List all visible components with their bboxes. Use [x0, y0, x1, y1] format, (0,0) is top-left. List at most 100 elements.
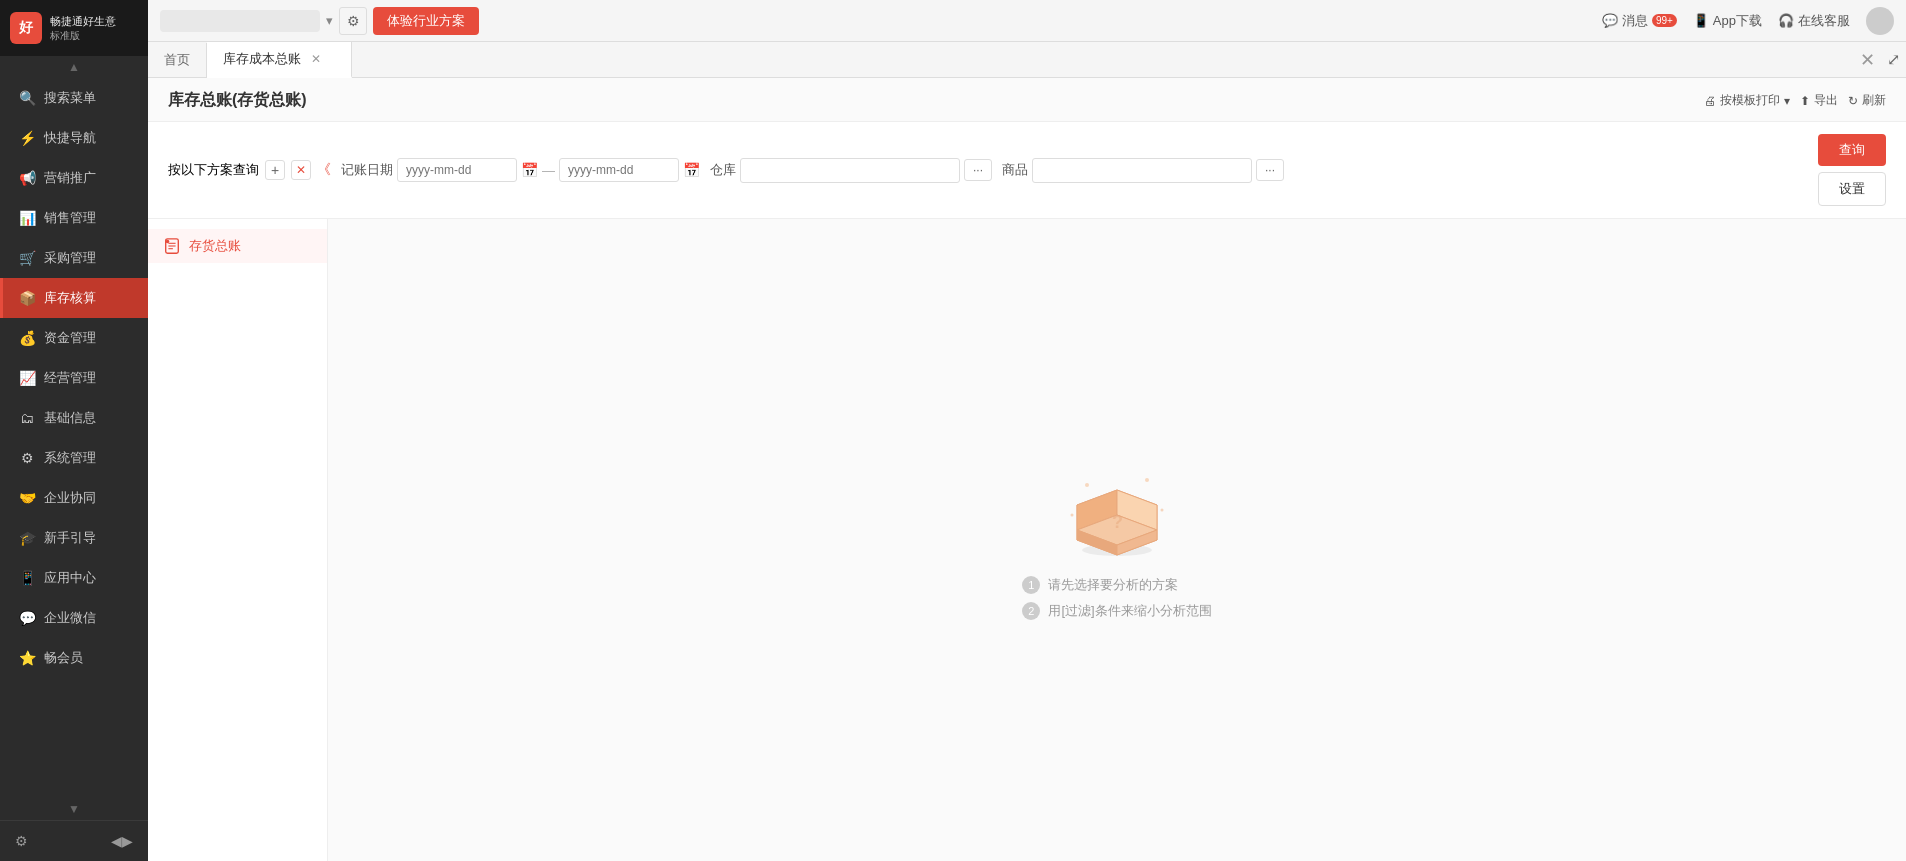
hint-item-1: 1 请先选择要分析的方案 — [1022, 576, 1211, 594]
user-avatar[interactable] — [1866, 7, 1894, 35]
topbar-left: ▾ ⚙ 体验行业方案 — [160, 7, 1594, 35]
collapse-footer-btn[interactable]: ◀▶ — [111, 833, 133, 849]
logo-icon: 好 — [10, 12, 42, 44]
filter-label: 按以下方案查询 — [168, 161, 259, 179]
settings-btn[interactable]: 设置 — [1818, 172, 1886, 206]
hint-num-1: 1 — [1022, 576, 1040, 594]
filter-warehouse-input[interactable] — [740, 158, 960, 183]
wechat-icon: 💬 — [18, 610, 36, 626]
filter-row-top: 按以下方案查询 + ✕ 《 记账日期 📅 — 📅 仓库 — [168, 134, 1886, 206]
export-icon: ⬆ — [1800, 94, 1810, 108]
topbar-right: 💬 消息 99+ 📱 App下载 🎧 在线客服 — [1602, 7, 1894, 35]
query-btn[interactable]: 查询 — [1818, 134, 1886, 166]
purchase-icon: 🛒 — [18, 250, 36, 266]
main-table-area: ? 1 请先选择要分析的方案 2 — [328, 219, 1906, 861]
sidebar-scroll-down[interactable]: ▼ — [0, 798, 148, 820]
filter-product-input[interactable] — [1032, 158, 1252, 183]
hint-num-2: 2 — [1022, 602, 1040, 620]
tab-expand-btn[interactable]: ⤢ — [1881, 50, 1906, 69]
tab-close-btn[interactable]: ✕ — [311, 52, 321, 66]
app-logo: 好 畅捷通好生意 标准版 — [0, 0, 148, 56]
sidebar-item-inventory[interactable]: 📦 库存核算 — [0, 278, 148, 318]
svg-point-13 — [1085, 483, 1089, 487]
headset-icon: 🎧 — [1778, 13, 1794, 28]
svg-point-4 — [166, 240, 170, 244]
industry-solution-btn[interactable]: 体验行业方案 — [373, 7, 479, 35]
filter-date-field: 记账日期 📅 — 📅 — [341, 158, 700, 182]
sidebar-item-basic-info[interactable]: 🗂 基础信息 — [0, 398, 148, 438]
filter-date-separator: — — [542, 163, 555, 178]
quick-nav-icon: ⚡ — [18, 130, 36, 146]
filter-add-btn[interactable]: + — [265, 160, 285, 180]
sidebar: 好 畅捷通好生意 标准版 ▲ 🔍 搜索菜单 ⚡ 快捷导航 📢 营销推广 📊 销售… — [0, 0, 148, 861]
sidebar-item-member[interactable]: ⭐ 畅会员 — [0, 638, 148, 678]
tab-home[interactable]: 首页 — [148, 43, 207, 77]
app-download-btn[interactable]: 📱 App下载 — [1693, 12, 1762, 30]
page-header-actions: 🖨 按模板打印 ▾ ⬆ 导出 ↻ 刷新 — [1704, 92, 1886, 109]
content-row: 存货总账 — [148, 219, 1906, 861]
topbar-settings-btn[interactable]: ⚙ — [339, 7, 367, 35]
sidebar-item-operations[interactable]: 📈 经营管理 — [0, 358, 148, 398]
print-icon: 🖨 — [1704, 94, 1716, 108]
calendar-end-icon[interactable]: 📅 — [683, 162, 700, 178]
phone-icon: 📱 — [1693, 13, 1709, 28]
topbar-search-area — [160, 10, 320, 32]
filter-date-to-input[interactable] — [559, 158, 679, 182]
empty-hints: 1 请先选择要分析的方案 2 用[过滤]条件来缩小分析范围 — [1022, 576, 1211, 620]
guide-icon: 🎓 — [18, 530, 36, 546]
tab-inventory-cost[interactable]: 库存成本总账 ✕ — [207, 42, 352, 78]
refresh-btn[interactable]: ↻ 刷新 — [1848, 92, 1886, 109]
inventory-icon: 📦 — [18, 290, 36, 306]
sidebar-item-quick-nav[interactable]: ⚡ 快捷导航 — [0, 118, 148, 158]
hint-item-2: 2 用[过滤]条件来缩小分析范围 — [1022, 602, 1211, 620]
finance-icon: 💰 — [18, 330, 36, 346]
export-btn[interactable]: ⬆ 导出 — [1800, 92, 1838, 109]
sidebar-item-finance[interactable]: 💰 资金管理 — [0, 318, 148, 358]
filter-action-btns: 查询 设置 — [1818, 134, 1886, 206]
message-btn[interactable]: 💬 消息 99+ — [1602, 12, 1677, 30]
left-panel-item-stock-ledger[interactable]: 存货总账 — [148, 229, 327, 263]
page-area: 库存总账(存货总账) 🖨 按模板打印 ▾ ⬆ 导出 ↻ 刷新 — [148, 78, 1906, 861]
filter-close-btn[interactable]: ✕ — [291, 160, 311, 180]
calendar-start-icon[interactable]: 📅 — [521, 162, 538, 178]
sidebar-footer: ⚙ ◀▶ — [0, 820, 148, 861]
sidebar-item-app-center[interactable]: 📱 应用中心 — [0, 558, 148, 598]
filter-date-from-input[interactable] — [397, 158, 517, 182]
svg-point-16 — [1160, 509, 1163, 512]
sidebar-item-cooperation[interactable]: 🤝 企业协同 — [0, 478, 148, 518]
topbar-dropdown-icon[interactable]: ▾ — [326, 13, 333, 28]
filter-collapse-icon[interactable]: 《 — [317, 161, 331, 179]
tab-panel-close-btn[interactable]: ✕ — [1854, 49, 1881, 71]
online-service-btn[interactable]: 🎧 在线客服 — [1778, 12, 1850, 30]
sidebar-item-wechat[interactable]: 💬 企业微信 — [0, 598, 148, 638]
search-icon: 🔍 — [18, 90, 36, 106]
filter-section: 按以下方案查询 + ✕ 《 记账日期 📅 — 📅 仓库 — [148, 122, 1906, 219]
message-badge: 99+ — [1652, 14, 1677, 27]
sidebar-item-marketing[interactable]: 📢 营销推广 — [0, 158, 148, 198]
product-more-btn[interactable]: ··· — [1256, 159, 1284, 181]
print-dropdown-icon: ▾ — [1784, 94, 1790, 108]
sidebar-item-purchase[interactable]: 🛒 采购管理 — [0, 238, 148, 278]
sidebar-item-sales[interactable]: 📊 销售管理 — [0, 198, 148, 238]
left-panel: 存货总账 — [148, 219, 328, 861]
sidebar-scroll-up[interactable]: ▲ — [0, 56, 148, 78]
print-btn[interactable]: 🖨 按模板打印 ▾ — [1704, 92, 1790, 109]
sidebar-item-guide[interactable]: 🎓 新手引导 — [0, 518, 148, 558]
sidebar-item-system[interactable]: ⚙ 系统管理 — [0, 438, 148, 478]
sales-icon: 📊 — [18, 210, 36, 226]
tabs-bar: 首页 库存成本总账 ✕ ✕ ⤢ — [148, 42, 1906, 78]
sidebar-item-search-menu[interactable]: 🔍 搜索菜单 — [0, 78, 148, 118]
filter-product-field: 商品 ··· — [1002, 158, 1284, 183]
basic-info-icon: 🗂 — [18, 410, 36, 426]
settings-footer-btn[interactable]: ⚙ — [15, 833, 28, 849]
empty-state-illustration: ? — [1057, 460, 1177, 560]
topbar: ▾ ⚙ 体验行业方案 💬 消息 99+ 📱 App下载 🎧 在线客服 — [148, 0, 1906, 42]
refresh-icon: ↻ — [1848, 94, 1858, 108]
main-content: ▾ ⚙ 体验行业方案 💬 消息 99+ 📱 App下载 🎧 在线客服 首页 库存 — [148, 0, 1906, 861]
warehouse-more-btn[interactable]: ··· — [964, 159, 992, 181]
filter-product-label: 商品 — [1002, 161, 1028, 179]
svg-text:?: ? — [1112, 512, 1123, 532]
page-header: 库存总账(存货总账) 🖨 按模板打印 ▾ ⬆ 导出 ↻ 刷新 — [148, 78, 1906, 122]
filter-warehouse-label: 仓库 — [710, 161, 736, 179]
empty-state: ? 1 请先选择要分析的方案 2 — [1022, 460, 1211, 620]
